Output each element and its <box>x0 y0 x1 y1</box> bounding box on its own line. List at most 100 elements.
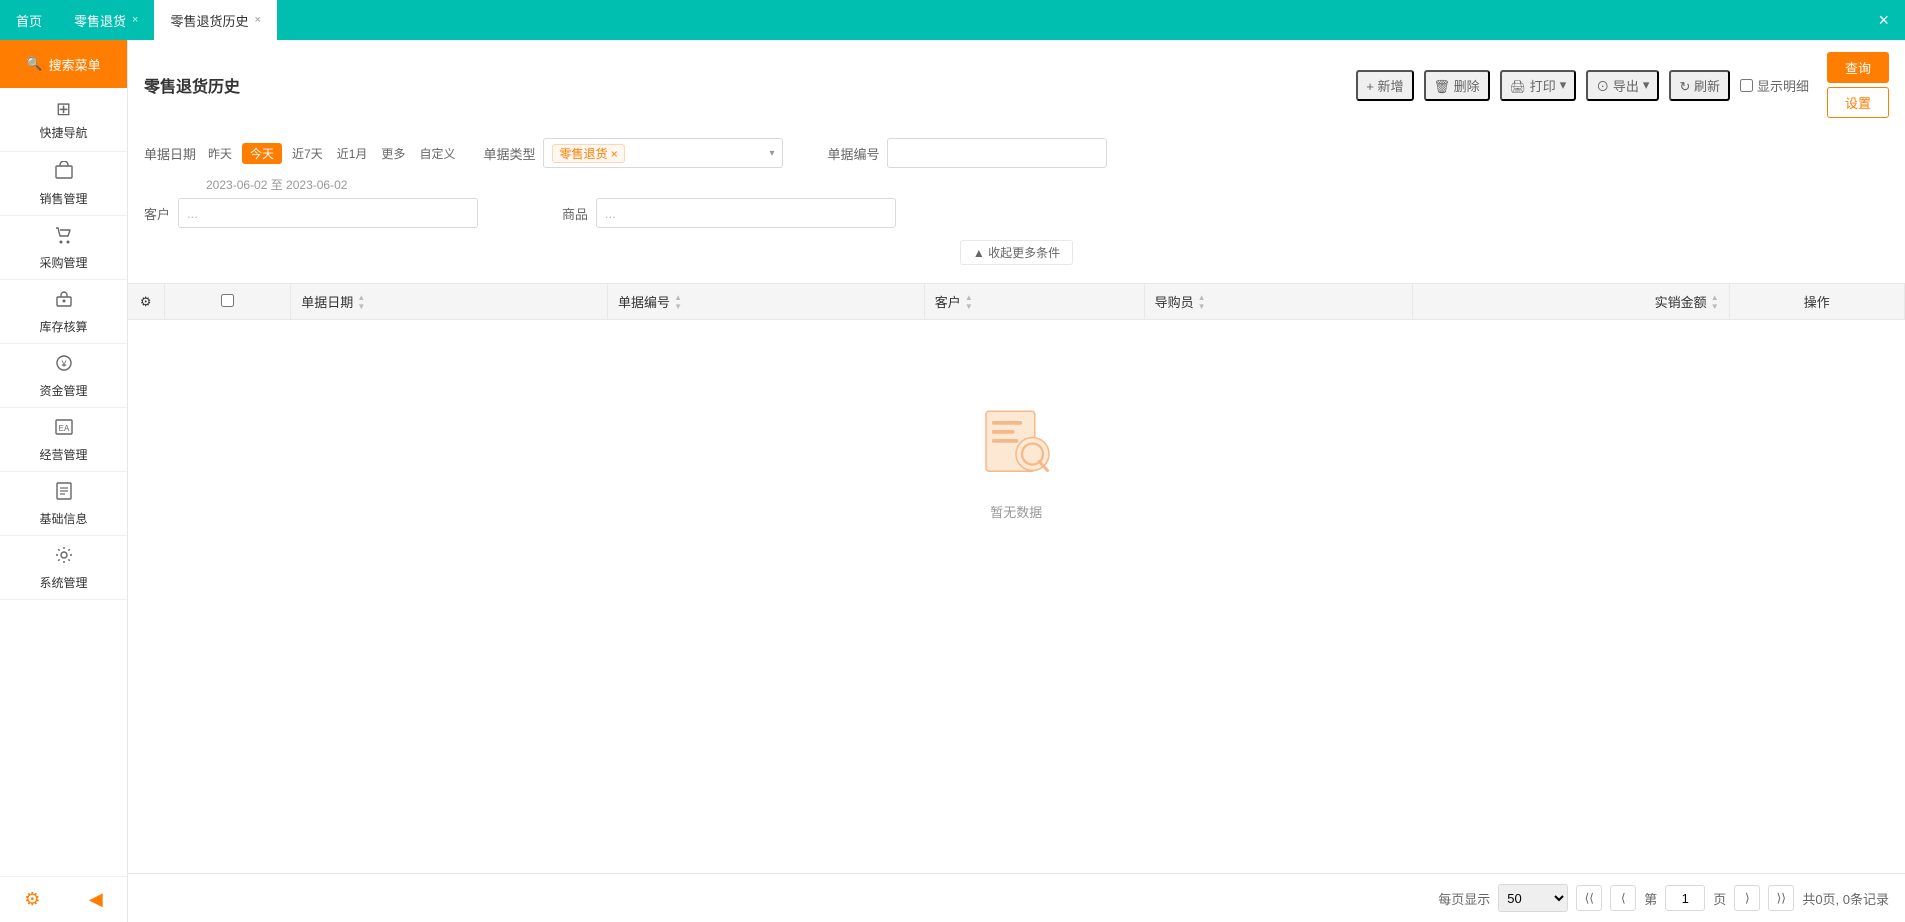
th-ops-label: 操作 <box>1804 295 1830 310</box>
date-opt-custom[interactable]: 自定义 <box>415 143 459 164</box>
sidebar-item-system[interactable]: 系统管理 <box>0 536 127 600</box>
customer-input[interactable]: ... <box>178 198 478 228</box>
quick-nav-icon: ⊞ <box>56 99 71 120</box>
add-button[interactable]: + 新增 <box>1356 70 1413 101</box>
base-info-icon <box>54 481 74 506</box>
tab-return-close[interactable]: × <box>132 14 138 26</box>
print-dropdown-icon[interactable]: ▾ <box>1560 77 1567 93</box>
top-bar: 首页 零售退货 × 零售退货历史 × × <box>0 0 1905 40</box>
date-opt-last30[interactable]: 近1月 <box>333 143 372 164</box>
date-sort-arrows[interactable]: ▲▼ <box>357 293 365 311</box>
tab-home-label: 首页 <box>16 11 42 30</box>
page-number-input[interactable] <box>1665 885 1705 911</box>
business-icon: EA <box>54 417 74 442</box>
empty-state: 暂无数据 <box>128 320 1905 601</box>
th-amount[interactable]: 实销金额 ▲▼ <box>1412 284 1729 320</box>
voucher-no-input[interactable] <box>887 138 1107 168</box>
svg-text:EA: EA <box>58 424 69 433</box>
voucher-type-dropdown-icon: ▾ <box>769 148 774 159</box>
sidebar-item-purchase-label: 采购管理 <box>39 254 87 271</box>
tab-return[interactable]: 零售退货 × <box>58 0 154 40</box>
delete-button[interactable]: 🗑 删除 <box>1424 70 1490 101</box>
refresh-label: ↻ 刷新 <box>1679 76 1720 95</box>
voucher-type-tag: 零售退货 × <box>552 144 624 163</box>
date-opt-today[interactable]: 今天 <box>242 143 282 164</box>
settings-bottom-icon[interactable]: ⚙ <box>24 889 40 910</box>
last-page-button[interactable]: ⟩⟩ <box>1768 885 1794 911</box>
tab-return-history-close[interactable]: × <box>254 14 260 26</box>
inventory-icon <box>54 289 74 314</box>
sidebar-item-finance[interactable]: ¥ 资金管理 <box>0 344 127 408</box>
window-close-button[interactable]: × <box>1878 10 1905 31</box>
guide-sort-arrows[interactable]: ▲▼ <box>1198 293 1206 311</box>
delete-label: 🗑 删除 <box>1434 76 1480 95</box>
export-dropdown-icon[interactable]: ▾ <box>1643 77 1650 93</box>
date-filter: 单据日期 昨天 今天 近7天 近1月 更多 自定义 <box>144 143 459 164</box>
th-date[interactable]: 单据日期 ▲▼ <box>291 284 608 320</box>
th-guide-label: 导购员 <box>1155 292 1194 311</box>
th-customer[interactable]: 客户 ▲▼ <box>924 284 1144 320</box>
sidebar-item-sales[interactable]: 销售管理 <box>0 152 127 216</box>
th-checkbox[interactable] <box>164 284 291 320</box>
collapse-button[interactable]: ▲ 收起更多条件 <box>960 240 1073 265</box>
sidebar-bottom: ⚙ ◀ <box>0 876 127 922</box>
voucher-type-select[interactable]: 零售退货 × ▾ <box>543 138 783 168</box>
table-header-row: ⚙ 单据日期 ▲▼ 单据编号 <box>128 284 1905 320</box>
goods-label: 商品 <box>562 204 588 223</box>
page-label: 第 <box>1644 889 1657 908</box>
voucher-type-filter: 单据类型 零售退货 × ▾ <box>483 138 783 168</box>
filter-row-1: 单据日期 昨天 今天 近7天 近1月 更多 自定义 单据类型 <box>144 138 1889 168</box>
collapse-label: ▲ 收起更多条件 <box>973 244 1060 261</box>
th-no[interactable]: 单据编号 ▲▼ <box>608 284 925 320</box>
page-size-select[interactable]: 10 20 50 100 <box>1498 884 1568 912</box>
table-container: ⚙ 单据日期 ▲▼ 单据编号 <box>128 284 1905 873</box>
sidebar-item-inventory[interactable]: 库存核算 <box>0 280 127 344</box>
customer-label: 客户 <box>144 204 170 223</box>
export-button[interactable]: ⊙ 导出 ▾ <box>1586 70 1659 101</box>
sidebar-item-inventory-label: 库存核算 <box>39 318 87 335</box>
table-body: 暂无数据 <box>128 320 1905 602</box>
goods-placeholder: ... <box>605 206 616 221</box>
prev-page-button[interactable]: ⟨ <box>1610 885 1636 911</box>
date-opt-yesterday[interactable]: 昨天 <box>204 143 236 164</box>
sidebar-item-base-info[interactable]: 基础信息 <box>0 472 127 536</box>
tab-return-history[interactable]: 零售退货历史 × <box>154 0 276 40</box>
collapse-sidebar-icon[interactable]: ◀ <box>89 889 103 910</box>
select-all-checkbox[interactable] <box>221 294 234 307</box>
amount-sort-arrows[interactable]: ▲▼ <box>1711 293 1719 311</box>
display-toggle-checkbox[interactable] <box>1740 79 1753 92</box>
data-table: ⚙ 单据日期 ▲▼ 单据编号 <box>128 284 1905 601</box>
page-size-label: 每页显示 <box>1438 889 1490 908</box>
query-button[interactable]: 查询 <box>1827 52 1889 83</box>
next-page-button[interactable]: ⟩ <box>1734 885 1760 911</box>
sidebar-item-purchase[interactable]: 采购管理 <box>0 216 127 280</box>
search-icon: 🔍 <box>26 56 42 72</box>
th-settings[interactable]: ⚙ <box>128 284 164 320</box>
filter-row-2: 客户 ... 商品 ... <box>144 198 1889 228</box>
empty-cell: 暂无数据 <box>128 320 1905 602</box>
table-settings-icon[interactable]: ⚙ <box>140 294 152 309</box>
no-sort-arrows[interactable]: ▲▼ <box>674 293 682 311</box>
finance-icon: ¥ <box>54 353 74 378</box>
filter-row-date-range: 2023-06-02 至 2023-06-02 <box>144 176 1889 194</box>
purchase-icon <box>54 225 74 250</box>
th-guide[interactable]: 导购员 ▲▼ <box>1144 284 1412 320</box>
empty-row: 暂无数据 <box>128 320 1905 602</box>
refresh-button[interactable]: ↻ 刷新 <box>1669 70 1730 101</box>
date-options: 昨天 今天 近7天 近1月 更多 自定义 <box>204 143 459 164</box>
print-button[interactable]: 🖨 打印 ▾ <box>1500 70 1577 101</box>
settings-button[interactable]: 设置 <box>1827 87 1889 118</box>
sidebar-search[interactable]: 🔍 搜索菜单 <box>0 40 127 88</box>
date-opt-last7[interactable]: 近7天 <box>288 143 327 164</box>
first-page-button[interactable]: ⟨⟨ <box>1576 885 1602 911</box>
sidebar-item-quick-nav[interactable]: ⊞ 快捷导航 <box>0 88 127 152</box>
sidebar-item-business[interactable]: EA 经营管理 <box>0 408 127 472</box>
date-opt-more[interactable]: 更多 <box>377 143 409 164</box>
page-label2: 页 <box>1713 889 1726 908</box>
customer-filter: 客户 ... <box>144 198 478 228</box>
page-title-row: 零售退货历史 + 新增 🗑 删除 🖨 打印 ▾ ⊙ 导出 ▾ <box>144 52 1889 118</box>
goods-input[interactable]: ... <box>596 198 896 228</box>
sales-icon <box>54 161 74 186</box>
tab-home[interactable]: 首页 <box>0 0 58 40</box>
customer-sort-arrows[interactable]: ▲▼ <box>965 293 973 311</box>
